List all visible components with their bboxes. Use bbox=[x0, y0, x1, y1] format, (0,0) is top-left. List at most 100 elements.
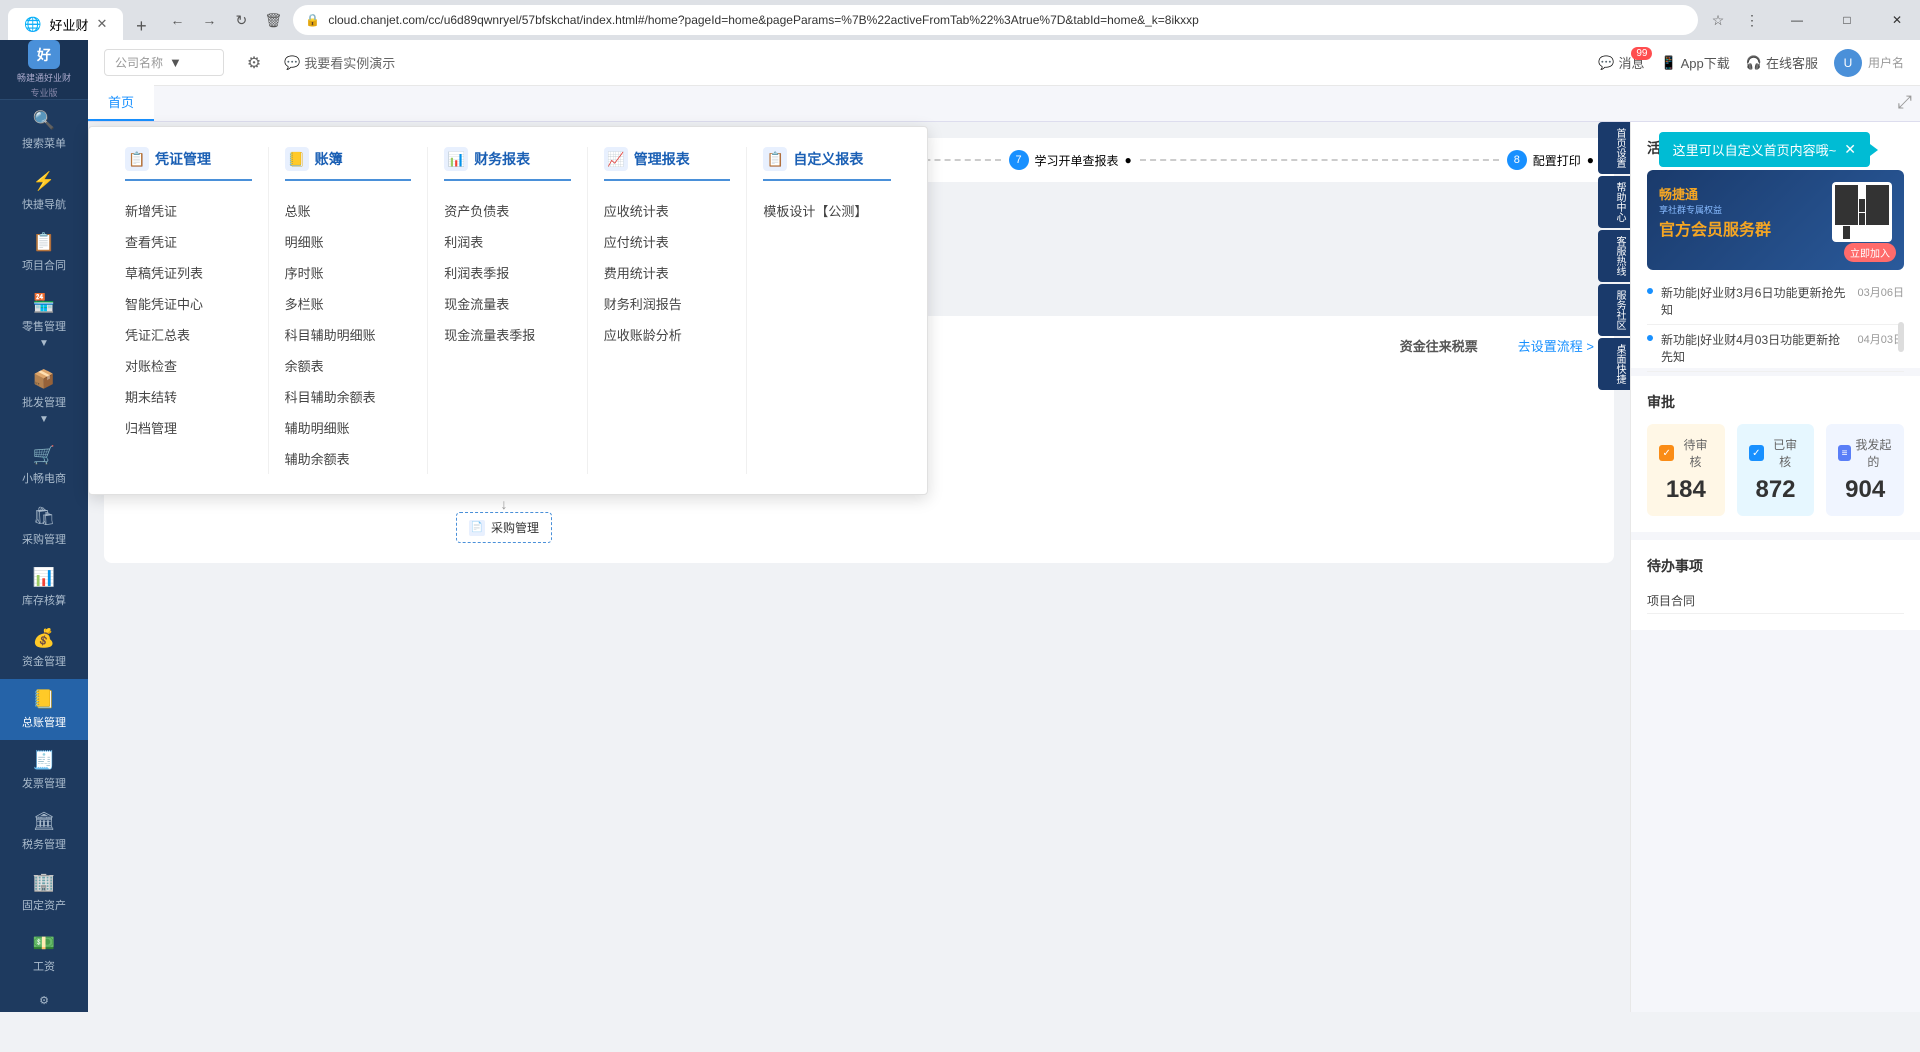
news-item-1[interactable]: 新功能|好业财3月6日功能更新抢先知 03月06日 bbox=[1647, 278, 1904, 325]
delete-btn[interactable]: 🗑 bbox=[259, 6, 287, 34]
banner-sub-text: 官方会员服务群 bbox=[1659, 216, 1771, 240]
bookmark-btn[interactable]: ☆ bbox=[1704, 6, 1732, 34]
menu-item-view-voucher[interactable]: 查看凭证 bbox=[125, 226, 252, 257]
menu-item-profit-report[interactable]: 财务利润报告 bbox=[604, 288, 731, 319]
action-btn-help[interactable]: 帮助中心 bbox=[1598, 176, 1630, 228]
menu-item-period-end[interactable]: 期末结转 bbox=[125, 381, 252, 412]
action-btn-desktop[interactable]: 桌面快捷 bbox=[1598, 338, 1630, 390]
action-btn-hotline[interactable]: 客服热线 bbox=[1598, 230, 1630, 282]
fixed-assets-icon: 🏢 bbox=[33, 872, 55, 893]
approval-card-pending[interactable]: ✓ 待审核 184 bbox=[1647, 424, 1725, 516]
cast-btn[interactable]: ⋮ bbox=[1738, 6, 1766, 34]
dropdown-menu: 📋 凭证管理 新增凭证 查看凭证 草稿凭证列表 智能凭证中心 凭证汇总表 对账检… bbox=[88, 126, 928, 495]
online-service-btn[interactable]: 🎧 在线客服 bbox=[1746, 53, 1818, 72]
app-tabs: 首页 ⤢ bbox=[88, 86, 1920, 122]
maximize-btn[interactable]: □ bbox=[1824, 4, 1870, 36]
menu-item-smart-voucher[interactable]: 智能凭证中心 bbox=[125, 288, 252, 319]
news-item-2[interactable]: 新功能|好业财4月03日功能更新抢先知 04月03日 bbox=[1647, 325, 1904, 372]
menu-item-balance-sheet[interactable]: 资产负债表 bbox=[444, 195, 571, 226]
browser-tab[interactable]: 🌐 好业财 ✕ bbox=[8, 8, 123, 40]
todo-item-project[interactable]: 项目合同 bbox=[1647, 588, 1904, 614]
back-btn[interactable]: ← bbox=[163, 6, 191, 34]
app-download-btn[interactable]: 📱 App下载 bbox=[1660, 53, 1729, 72]
menu-item-archive[interactable]: 归档管理 bbox=[125, 412, 252, 443]
sidebar-item-retail[interactable]: 🏪 零售管理 ▼ bbox=[0, 283, 88, 359]
menu-item-template-design[interactable]: 模板设计【公测】 bbox=[763, 195, 891, 226]
approved-icon: ✓ bbox=[1749, 445, 1764, 461]
customize-close-btn[interactable]: ✕ bbox=[1844, 141, 1856, 158]
action-btn-community[interactable]: 服务社区 bbox=[1598, 284, 1630, 336]
menu-item-draft-voucher[interactable]: 草稿凭证列表 bbox=[125, 257, 252, 288]
sidebar-item-payroll[interactable]: 💵 工资 bbox=[0, 923, 88, 984]
menu-item-aux-detail[interactable]: 辅助明细账 bbox=[285, 412, 412, 443]
address-bar[interactable]: 🔒 cloud.chanjet.com/cc/u6d89qwnryel/57bf… bbox=[293, 5, 1698, 35]
action-btn-home-settings[interactable]: 首页设置 bbox=[1598, 122, 1630, 174]
top-header: 公司名称 ▼ ⚙ 💬 我要看实例演示 💬 消息 99 📱 App下载 bbox=[88, 40, 1920, 86]
management-title-text: 管理报表 bbox=[634, 149, 690, 169]
menu-item-receivable-stats[interactable]: 应收统计表 bbox=[604, 195, 731, 226]
sidebar-item-fixed-assets[interactable]: 🏢 固定资产 bbox=[0, 862, 88, 923]
company-selector[interactable]: 公司名称 ▼ bbox=[104, 49, 224, 76]
menu-item-subject-detail[interactable]: 科目辅助明细账 bbox=[285, 319, 412, 350]
menu-item-general-ledger[interactable]: 总账 bbox=[285, 195, 412, 226]
menu-item-voucher-summary[interactable]: 凭证汇总表 bbox=[125, 319, 252, 350]
menu-item-payable-stats[interactable]: 应付统计表 bbox=[604, 226, 731, 257]
sidebar-item-purchase[interactable]: 🛍 采购管理 bbox=[0, 496, 88, 557]
sidebar-item-ecom[interactable]: 🛒 小畅电商 bbox=[0, 435, 88, 496]
menu-item-aging[interactable]: 应收账龄分析 bbox=[604, 319, 731, 350]
menu-item-expense-stats[interactable]: 费用统计表 bbox=[604, 257, 731, 288]
sidebar-item-funds[interactable]: 💰 资金管理 bbox=[0, 618, 88, 679]
management-section-icon: 📈 bbox=[604, 147, 628, 171]
header-settings-btn[interactable]: ⚙ bbox=[240, 49, 268, 77]
expand-btn[interactable]: ⤢ bbox=[1890, 84, 1920, 121]
menu-item-detail-ledger[interactable]: 明细账 bbox=[285, 226, 412, 257]
sidebar-item-wholesale[interactable]: 📦 批发管理 ▼ bbox=[0, 359, 88, 435]
menu-item-cashflow[interactable]: 现金流量表 bbox=[444, 288, 571, 319]
user-profile-btn[interactable]: U 用户名 bbox=[1834, 49, 1904, 77]
menu-item-chronological[interactable]: 序时账 bbox=[285, 257, 412, 288]
menu-item-subject-balance[interactable]: 科目辅助余额表 bbox=[285, 381, 412, 412]
messages-btn[interactable]: 💬 消息 99 bbox=[1598, 53, 1644, 72]
setup-flow-link[interactable]: 去设置流程 > bbox=[1518, 336, 1594, 355]
down-arrow-2-icon: ↓ bbox=[501, 496, 508, 512]
menu-item-income[interactable]: 利润表 bbox=[444, 226, 571, 257]
menu-item-reconcile[interactable]: 对账检查 bbox=[125, 350, 252, 381]
sidebar-item-tax[interactable]: 🏛 税务管理 bbox=[0, 801, 88, 862]
refresh-btn[interactable]: ↻ bbox=[227, 6, 255, 34]
sidebar-item-search[interactable]: 🔍 搜索菜单 bbox=[0, 100, 88, 161]
tab-close-btn[interactable]: ✕ bbox=[96, 16, 107, 32]
menu-item-aux-balance[interactable]: 辅助余额表 bbox=[285, 443, 412, 474]
sidebar-item-quick-nav[interactable]: ⚡ 快捷导航 bbox=[0, 161, 88, 222]
minimize-btn[interactable]: — bbox=[1774, 4, 1820, 36]
sidebar-item-inventory[interactable]: 📊 库存核算 bbox=[0, 557, 88, 618]
url-text: cloud.chanjet.com/cc/u6d89qwnryel/57bfsk… bbox=[328, 13, 1199, 27]
approval-card-my-init[interactable]: ≡ 我发起的 904 bbox=[1826, 424, 1904, 516]
general-ledger-icon: 📒 bbox=[33, 689, 55, 710]
new-tab-btn[interactable]: + bbox=[127, 12, 155, 40]
demo-label: 我要看实例演示 bbox=[304, 53, 395, 72]
menu-item-income-quarterly[interactable]: 利润表季报 bbox=[444, 257, 571, 288]
forward-btn[interactable]: → bbox=[195, 6, 223, 34]
approval-card-approved[interactable]: ✓ 已审核 872 bbox=[1737, 424, 1815, 516]
sidebar-item-general-ledger[interactable]: 📒 总账管理 bbox=[0, 679, 88, 740]
activity-banner[interactable]: 畅捷通 享社群专属权益 官方会员服务群 bbox=[1647, 170, 1904, 270]
join-btn[interactable]: 立即加入 bbox=[1844, 243, 1896, 262]
wf-box-purchase[interactable]: 📄 采购管理 bbox=[456, 512, 552, 543]
news-date-1: 03月06日 bbox=[1858, 284, 1904, 300]
sidebar-item-project[interactable]: 📋 项目合同 bbox=[0, 222, 88, 283]
close-btn[interactable]: ✕ bbox=[1874, 4, 1920, 36]
menu-item-multi-col[interactable]: 多栏账 bbox=[285, 288, 412, 319]
sidebar-bottom-settings[interactable]: ⚙ bbox=[0, 984, 88, 1017]
news-dot-1 bbox=[1647, 288, 1653, 294]
demo-link[interactable]: 💬 我要看实例演示 bbox=[284, 53, 395, 72]
menu-item-balance[interactable]: 余额表 bbox=[285, 350, 412, 381]
sidebar-item-invoice[interactable]: 🧾 发票管理 bbox=[0, 740, 88, 801]
menu-item-cashflow-quarterly[interactable]: 现金流量表季报 bbox=[444, 319, 571, 350]
menu-section-financial: 📊 财务报表 资产负债表 利润表 利润表季报 现金流量表 现金流量表季报 bbox=[428, 147, 588, 474]
tab-home[interactable]: 首页 bbox=[88, 84, 154, 121]
menu-item-new-voucher[interactable]: 新增凭证 bbox=[125, 195, 252, 226]
content-area: 日期 ● 6 完善期初 ● 7 学习开单查报表 ● bbox=[88, 122, 1920, 1012]
custom-title-text: 自定义报表 bbox=[793, 149, 863, 169]
purchase-label: 采购管理 bbox=[491, 519, 539, 536]
banner-main-text: 畅捷通 bbox=[1659, 184, 1771, 203]
